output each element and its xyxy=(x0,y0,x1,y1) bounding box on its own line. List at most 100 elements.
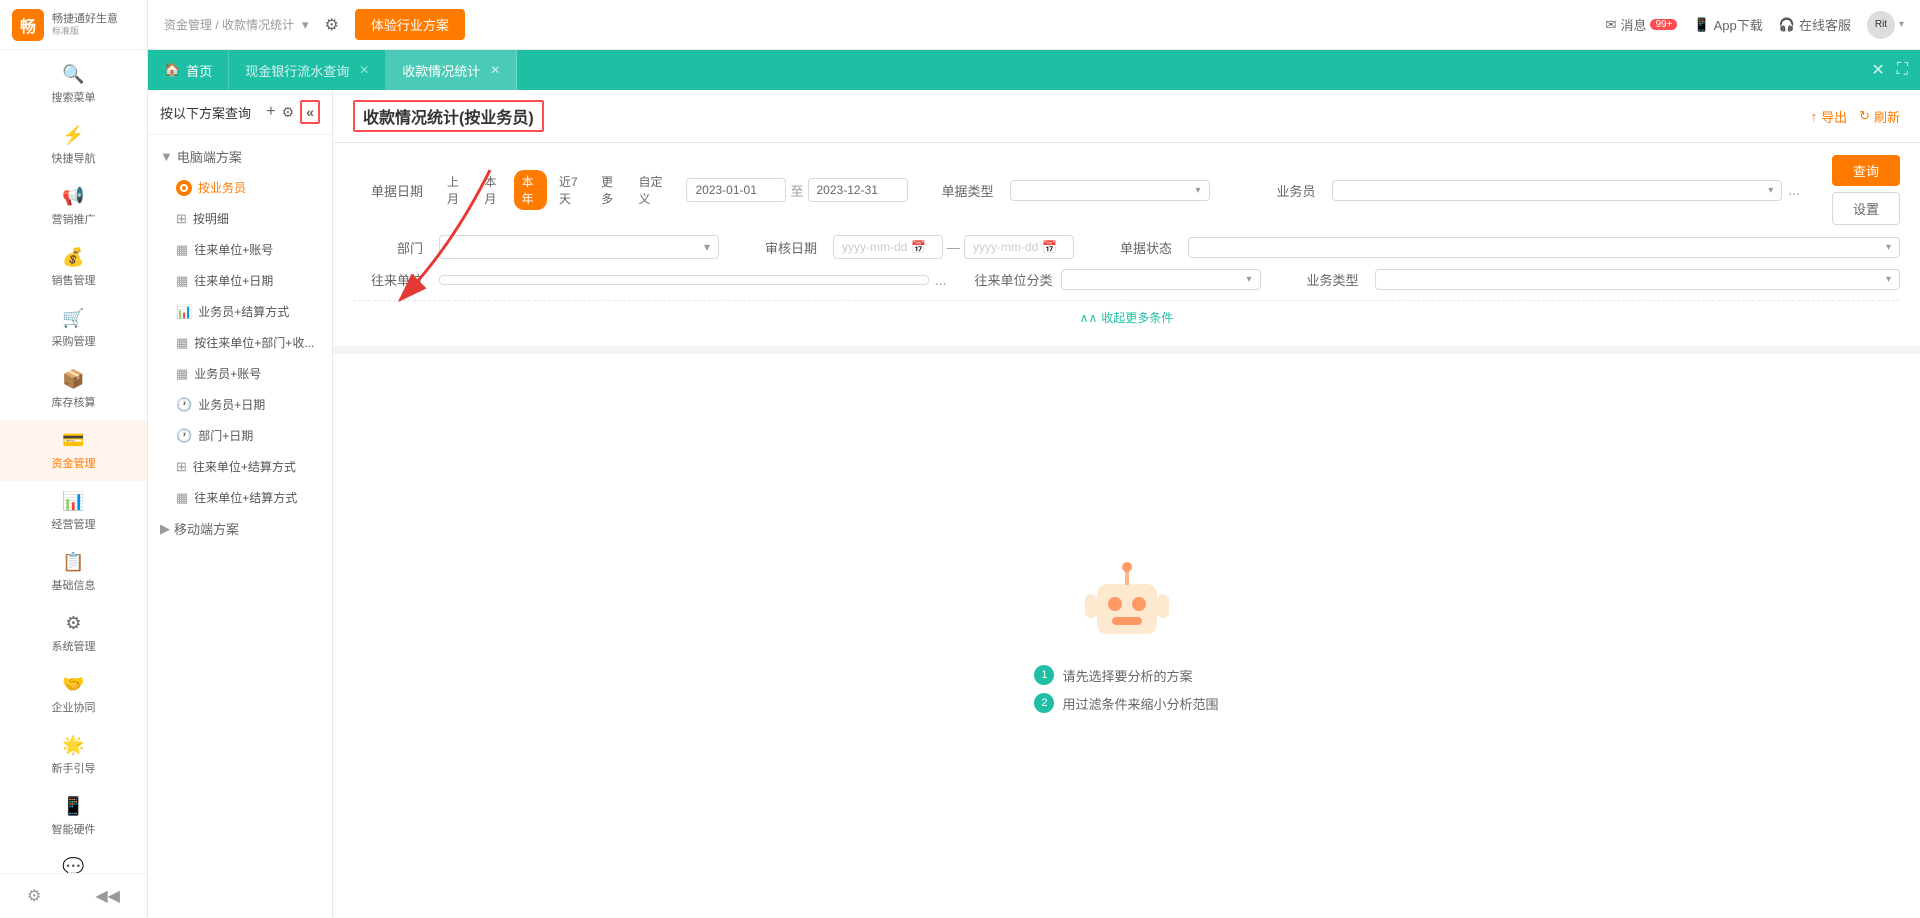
sidebar-item-operations[interactable]: 📊 经营管理 xyxy=(0,481,147,542)
collapse-label: 收起更多条件 xyxy=(1101,309,1173,326)
filter-section: 单据日期 上月 本月 本年 近7天 更多 自定义 xyxy=(333,143,1920,346)
tab-close-all-btn[interactable]: ✕ xyxy=(1871,60,1884,80)
audit-to-cal-icon: 📅 xyxy=(1042,240,1057,254)
partner-category-label: 往来单位分类 xyxy=(975,270,1045,289)
date-tab-last-month[interactable]: 上月 xyxy=(439,170,472,210)
sidebar-item-label: 资金管理 xyxy=(52,455,96,471)
scheme-item-partner-method2[interactable]: ▦ 往来单位+结算方式 xyxy=(148,482,332,513)
desktop-group-label: 电脑端方案 xyxy=(177,147,242,166)
scheme-item-partner-account[interactable]: ▦ 往来单位+账号 xyxy=(148,234,332,265)
query-button[interactable]: 查询 xyxy=(1832,155,1900,186)
audit-date-label: 审核日期 xyxy=(747,238,817,257)
header-gear-icon[interactable]: ⚙ xyxy=(325,15,339,35)
sidebar-item-purchase[interactable]: 🛒 采购管理 xyxy=(0,298,147,359)
filter-row-1: 单据日期 上月 本月 本年 近7天 更多 自定义 xyxy=(353,155,1900,225)
scheme-item-salesperson-date[interactable]: 🕐 业务员+日期 xyxy=(148,389,332,420)
bill-type-label: 单据类型 xyxy=(924,181,994,200)
scheme-item-label: 往来单位+日期 xyxy=(194,272,273,289)
mobile-group-arrow: ▶ xyxy=(160,521,170,537)
breadcrumb: 资金管理 / 收款情况统计 ▾ xyxy=(164,16,309,33)
tab-collection-stat[interactable]: 收款情况统计 ✕ xyxy=(386,50,517,90)
audit-to-placeholder: yyyy-mm-dd xyxy=(973,240,1038,254)
date-tab-this-month[interactable]: 本月 xyxy=(476,170,509,210)
settings-footer-btn[interactable]: ⚙ xyxy=(27,886,41,906)
tab-collection-stat-label: 收款情况统计 xyxy=(402,61,480,80)
scheme-group-desktop-header[interactable]: ▼ 电脑端方案 xyxy=(148,141,332,172)
bill-status-select[interactable]: ▾ xyxy=(1188,237,1900,258)
sidebar-item-finance[interactable]: 💳 资金管理 xyxy=(0,420,147,481)
date-tab-custom[interactable]: 自定义 xyxy=(630,170,672,210)
dept-select[interactable]: ▾ xyxy=(439,235,719,259)
empty-illustration xyxy=(1082,559,1172,649)
scheme-item-salesperson-account[interactable]: ▦ 业务员+账号 xyxy=(148,358,332,389)
export-label: 导出 xyxy=(1821,107,1847,126)
scheme-item-by-detail[interactable]: ⊞ 按明细 xyxy=(148,203,332,234)
message-btn[interactable]: ✉ 消息 99+ xyxy=(1606,15,1678,34)
scheme-item-partner-date[interactable]: ▦ 往来单位+日期 xyxy=(148,265,332,296)
tab-bank-flow-close[interactable]: ✕ xyxy=(359,63,369,77)
sidebar-item-label: 系统管理 xyxy=(52,638,96,654)
enterprise-icon: 🤝 xyxy=(62,674,84,695)
setting-button[interactable]: 设置 xyxy=(1832,192,1900,225)
date-tab-more[interactable]: 更多 xyxy=(593,170,626,210)
salesperson-select[interactable]: ▾ xyxy=(1332,180,1783,201)
sidebar-item-smart-hw[interactable]: 📱 智能硬件 xyxy=(0,786,147,847)
tab-bar: 🏠 首页 现金银行流水查询 ✕ 收款情况统计 ✕ ✕ ⛶ xyxy=(148,50,1920,90)
export-btn[interactable]: ↑ 导出 xyxy=(1811,107,1848,126)
desktop-group-arrow: ▼ xyxy=(160,149,173,164)
tab-bank-flow[interactable]: 现金银行流水查询 ✕ xyxy=(229,50,386,90)
salesperson-more-btn[interactable]: ... xyxy=(1788,182,1800,198)
date-tab-this-year[interactable]: 本年 xyxy=(514,170,547,210)
scheme-panel: 按以下方案查询 + ⚙ « ▼ 电脑端方案 xyxy=(148,90,333,918)
scheme-panel-header: 按以下方案查询 + ⚙ « xyxy=(148,90,332,135)
sidebar-item-marketing[interactable]: 📢 营销推广 xyxy=(0,176,147,237)
sidebar-item-enterprise[interactable]: 🤝 企业协同 xyxy=(0,664,147,725)
refresh-btn[interactable]: ↻ 刷新 xyxy=(1859,107,1900,126)
sidebar-footer: ⚙ ◀◀ xyxy=(0,873,147,918)
partner-more-btn[interactable]: ... xyxy=(935,272,947,288)
audit-date-from[interactable]: yyyy-mm-dd 📅 xyxy=(833,235,943,259)
scheme-add-btn[interactable]: + xyxy=(266,103,275,121)
scheme-item-salesperson-method[interactable]: 📊 业务员+结算方式 xyxy=(148,296,332,327)
tab-collection-stat-close[interactable]: ✕ xyxy=(490,63,500,77)
scheme-settings-btn[interactable]: ⚙ xyxy=(282,104,295,121)
bill-type-select[interactable]: ▾ xyxy=(1010,180,1210,201)
empty-state: 1 请先选择要分析的方案 2 用过滤条件来缩小分析范围 xyxy=(333,354,1920,918)
scheme-item-by-salesperson[interactable]: 按业务员 xyxy=(148,172,332,203)
partner-category-select[interactable]: ▾ xyxy=(1061,269,1261,290)
tab-home-label: 首页 xyxy=(186,61,212,80)
scheme-group-mobile-header[interactable]: ▶ 移动端方案 xyxy=(148,513,332,544)
biz-type-select[interactable]: ▾ xyxy=(1375,269,1901,290)
sidebar-item-search-menu[interactable]: 🔍 搜索菜单 xyxy=(0,54,147,115)
date-from-input[interactable] xyxy=(686,178,786,202)
sidebar-item-wechat[interactable]: 💬 企业微信 xyxy=(0,847,147,873)
app-download-btn[interactable]: 📱 App下载 xyxy=(1693,15,1762,34)
sidebar-item-system[interactable]: ⚙ 系统管理 xyxy=(0,603,147,664)
sidebar-item-basic-info[interactable]: 📋 基础信息 xyxy=(0,542,147,603)
trial-button[interactable]: 体验行业方案 xyxy=(355,9,465,40)
breadcrumb-dropdown[interactable]: ▾ xyxy=(302,17,309,33)
date-tab-7days[interactable]: 近7天 xyxy=(551,170,589,210)
sidebar-item-sales[interactable]: 💰 销售管理 xyxy=(0,237,147,298)
scheme-item-label: 按往来单位+部门+收... xyxy=(194,334,314,351)
collapse-filters-btn[interactable]: ∧∧ 收起更多条件 xyxy=(1080,309,1174,326)
sidebar-item-inventory[interactable]: 📦 库存核算 xyxy=(0,359,147,420)
sidebar-item-label: 快捷导航 xyxy=(52,150,96,166)
phone-icon: 📱 xyxy=(1693,17,1709,33)
step-1-num: 1 xyxy=(1034,665,1054,685)
partner-select[interactable] xyxy=(439,275,929,285)
page-title: 收款情况统计(按业务员) xyxy=(353,100,544,132)
sidebar-item-quick-nav[interactable]: ⚡ 快捷导航 xyxy=(0,115,147,176)
date-to-input[interactable] xyxy=(808,178,908,202)
scheme-collapse-btn[interactable]: « xyxy=(300,100,320,124)
scheme-item-dept-date[interactable]: 🕐 部门+日期 xyxy=(148,420,332,451)
sidebar-item-guide[interactable]: 🌟 新手引导 xyxy=(0,725,147,786)
audit-date-to[interactable]: yyyy-mm-dd 📅 xyxy=(964,235,1074,259)
collapse-sidebar-btn[interactable]: ◀◀ xyxy=(95,886,120,906)
online-service-btn[interactable]: 🎧 在线客服 xyxy=(1779,15,1851,34)
scheme-item-partner-dept[interactable]: ▦ 按往来单位+部门+收... xyxy=(148,327,332,358)
user-dropdown[interactable]: Rit ▾ xyxy=(1867,11,1904,39)
tab-maximize-btn[interactable]: ⛶ xyxy=(1897,61,1908,79)
scheme-item-partner-method1[interactable]: ⊞ 往来单位+结算方式 xyxy=(148,451,332,482)
tab-home[interactable]: 🏠 首页 xyxy=(148,50,229,90)
